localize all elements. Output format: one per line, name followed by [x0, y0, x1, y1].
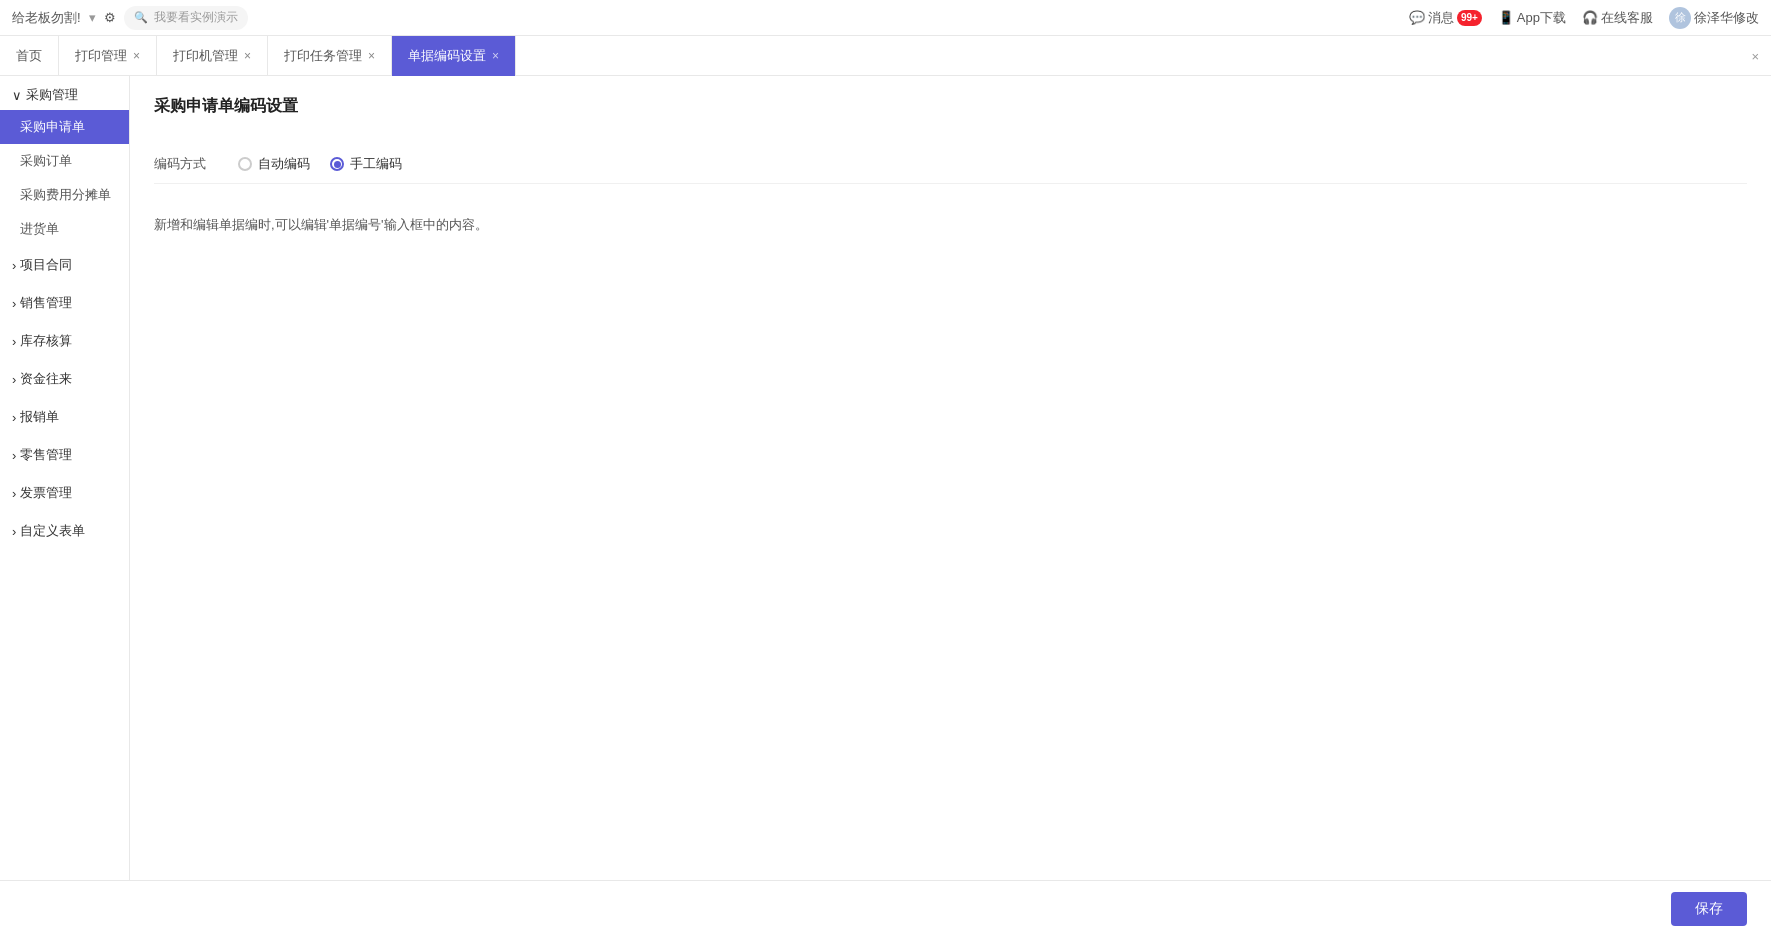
encoding-section: 编码方式 自动编码 手工编码: [130, 129, 1771, 200]
online-service-button[interactable]: 🎧 在线客服: [1582, 9, 1653, 27]
tab-print-task[interactable]: 打印任务管理 ×: [268, 36, 392, 76]
hint-text: 新增和编辑单据编时,可以编辑'单据编号'输入框中的内容。: [130, 200, 1771, 250]
sidebar-group-invoice[interactable]: › 发票管理: [0, 474, 129, 512]
search-bar[interactable]: 🔍 我要看实例演示: [124, 6, 248, 30]
sidebar-group-finance[interactable]: › 资金往来: [0, 360, 129, 398]
radio-auto-code-circle[interactable]: [238, 157, 252, 171]
sidebar-item-purchase-expense-label: 采购费用分摊单: [20, 187, 111, 202]
sidebar-group-invoice-arrow: ›: [12, 486, 16, 501]
sidebar-item-purchase-request-label: 采购申请单: [20, 119, 85, 134]
tab-print-task-close[interactable]: ×: [368, 49, 375, 63]
tab-print-management-label: 打印管理: [75, 47, 127, 65]
sidebar-item-goods-receipt[interactable]: 进货单: [0, 212, 129, 246]
radio-manual-code-label: 手工编码: [350, 155, 402, 173]
chat-icon: 💬: [1409, 10, 1425, 25]
sidebar: ∨ 采购管理 采购申请单 采购订单 采购费用分摊单 进货单 › 项目合同 › 销…: [0, 76, 130, 936]
top-bar: 给老板勿割! ▾ ⚙ 🔍 我要看实例演示 💬 消息 99+ 📱 App下载 🎧 …: [0, 0, 1771, 36]
tab-printer-management-label: 打印机管理: [173, 47, 238, 65]
sidebar-group-inventory-arrow: ›: [12, 334, 16, 349]
radio-auto-code-label: 自动编码: [258, 155, 310, 173]
page-title: 采购申请单编码设置: [154, 96, 1747, 117]
sidebar-group-sales-arrow: ›: [12, 296, 16, 311]
sidebar-group-project-label: 项目合同: [20, 256, 72, 274]
top-bar-left: 给老板勿割! ▾ ⚙ 🔍 我要看实例演示: [12, 6, 248, 30]
logo-text: 给老板勿割!: [12, 9, 81, 27]
user-menu[interactable]: 徐 徐泽华修改: [1669, 7, 1759, 29]
tab-print-management[interactable]: 打印管理 ×: [59, 36, 157, 76]
sidebar-group-invoice-label: 发票管理: [20, 484, 72, 502]
sidebar-group-purchase[interactable]: ∨ 采购管理: [0, 76, 129, 110]
sidebar-group-retail-label: 零售管理: [20, 446, 72, 464]
sidebar-group-expense-report[interactable]: › 报销单: [0, 398, 129, 436]
radio-manual-code-circle[interactable]: [330, 157, 344, 171]
sidebar-item-purchase-order[interactable]: 采购订单: [0, 144, 129, 178]
top-bar-right: 💬 消息 99+ 📱 App下载 🎧 在线客服 徐 徐泽华修改: [1409, 7, 1759, 29]
dropdown-icon[interactable]: ▾: [89, 10, 96, 25]
sidebar-group-project[interactable]: › 项目合同: [0, 246, 129, 284]
content-header: 采购申请单编码设置: [130, 76, 1771, 129]
sidebar-group-retail-arrow: ›: [12, 448, 16, 463]
tab-print-task-label: 打印任务管理: [284, 47, 362, 65]
headset-icon: 🎧: [1582, 10, 1598, 25]
sidebar-group-purchase-label: 采购管理: [26, 86, 78, 104]
tab-bar: 首页 打印管理 × 打印机管理 × 打印任务管理 × 单据编码设置 × ×: [0, 36, 1771, 76]
bottom-bar: 保存: [0, 880, 1771, 936]
tab-bar-close-all[interactable]: ×: [1739, 36, 1771, 76]
sidebar-group-finance-arrow: ›: [12, 372, 16, 387]
main-layout: ∨ 采购管理 采购申请单 采购订单 采购费用分摊单 进货单 › 项目合同 › 销…: [0, 76, 1771, 936]
sidebar-item-purchase-order-label: 采购订单: [20, 153, 72, 168]
sidebar-group-inventory-label: 库存核算: [20, 332, 72, 350]
sidebar-group-custom-form-label: 自定义表单: [20, 522, 85, 540]
encoding-label: 编码方式: [154, 155, 214, 173]
sidebar-item-purchase-request[interactable]: 采购申请单: [0, 110, 129, 144]
tab-encoding-settings-close[interactable]: ×: [492, 49, 499, 63]
search-icon: 🔍: [134, 11, 148, 24]
user-name: 徐泽华修改: [1694, 9, 1759, 27]
encoding-row: 编码方式 自动编码 手工编码: [154, 145, 1747, 184]
online-service-label: 在线客服: [1601, 9, 1653, 27]
sidebar-group-retail[interactable]: › 零售管理: [0, 436, 129, 474]
sidebar-group-finance-label: 资金往来: [20, 370, 72, 388]
tab-home-label: 首页: [16, 47, 42, 65]
sidebar-group-sales[interactable]: › 销售管理: [0, 284, 129, 322]
sidebar-section-purchase: ∨ 采购管理 采购申请单 采购订单 采购费用分摊单 进货单: [0, 76, 129, 246]
app-icon: 📱: [1498, 10, 1514, 25]
sidebar-group-project-arrow: ›: [12, 258, 16, 273]
tab-printer-management[interactable]: 打印机管理 ×: [157, 36, 268, 76]
sidebar-group-expense-report-label: 报销单: [20, 408, 59, 426]
notification-label: 消息: [1428, 9, 1454, 27]
radio-auto-code[interactable]: 自动编码: [238, 155, 310, 173]
radio-manual-code[interactable]: 手工编码: [330, 155, 402, 173]
content-area: 采购申请单编码设置 编码方式 自动编码 手工编码 新增和编辑单据编时,可以编辑'…: [130, 76, 1771, 936]
tab-encoding-settings-label: 单据编码设置: [408, 47, 486, 65]
sidebar-group-purchase-arrow: ∨: [12, 88, 22, 103]
radio-group: 自动编码 手工编码: [238, 155, 402, 173]
sidebar-group-sales-label: 销售管理: [20, 294, 72, 312]
sidebar-item-purchase-expense[interactable]: 采购费用分摊单: [0, 178, 129, 212]
app-download-label: App下载: [1517, 9, 1566, 27]
save-button[interactable]: 保存: [1671, 892, 1747, 926]
tab-printer-management-close[interactable]: ×: [244, 49, 251, 63]
sidebar-item-goods-receipt-label: 进货单: [20, 221, 59, 236]
notification-badge: 99+: [1457, 10, 1482, 26]
sidebar-group-custom-form[interactable]: › 自定义表单: [0, 512, 129, 550]
settings-icon[interactable]: ⚙: [104, 10, 116, 25]
avatar: 徐: [1669, 7, 1691, 29]
notification-button[interactable]: 💬 消息 99+: [1409, 9, 1482, 27]
sidebar-group-inventory[interactable]: › 库存核算: [0, 322, 129, 360]
search-placeholder: 我要看实例演示: [154, 9, 238, 26]
tab-encoding-settings[interactable]: 单据编码设置 ×: [392, 36, 516, 76]
sidebar-group-expense-report-arrow: ›: [12, 410, 16, 425]
sidebar-group-custom-form-arrow: ›: [12, 524, 16, 539]
app-download-button[interactable]: 📱 App下载: [1498, 9, 1566, 27]
tab-home[interactable]: 首页: [0, 36, 59, 76]
tab-print-management-close[interactable]: ×: [133, 49, 140, 63]
